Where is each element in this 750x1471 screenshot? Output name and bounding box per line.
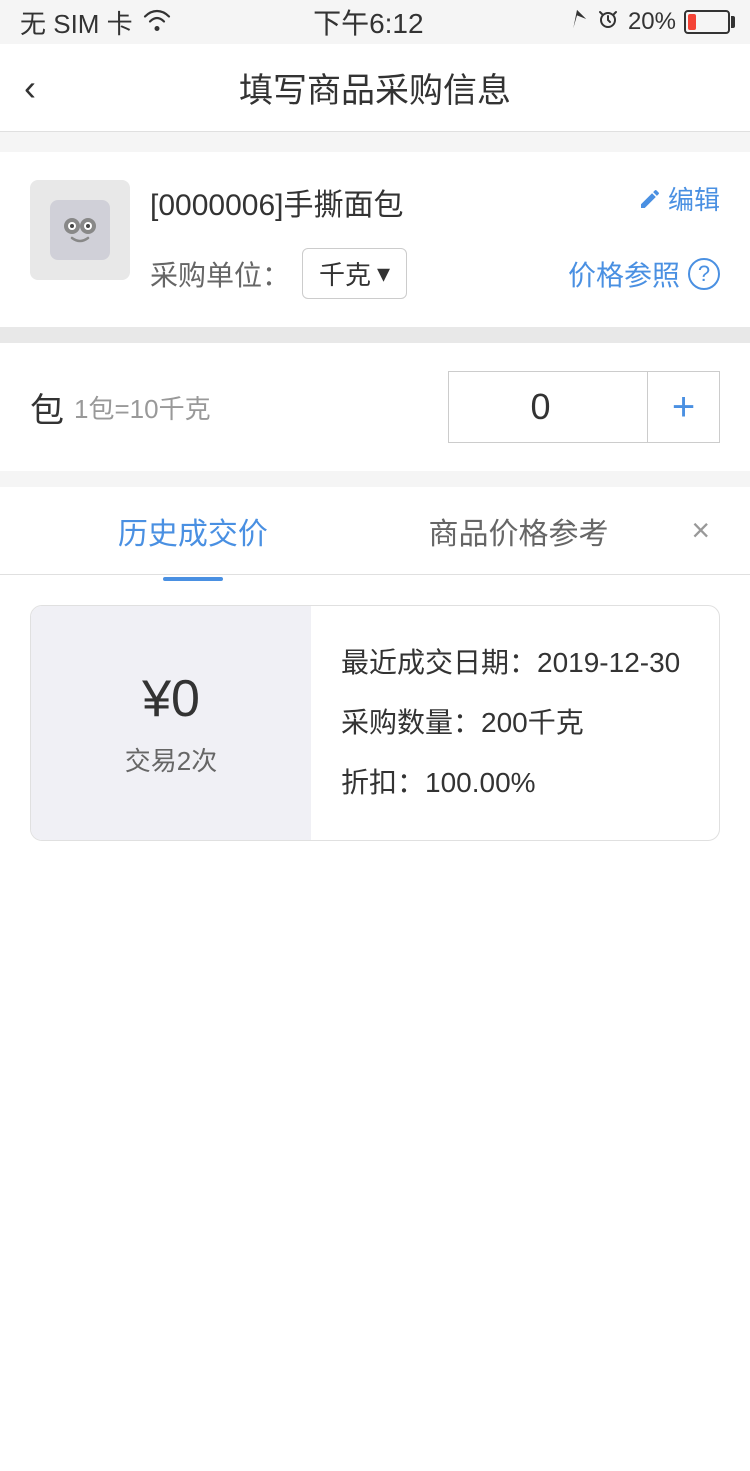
tab-content: ¥0 交易2次 最近成交日期：2019-12-30 采购数量：200千克 折扣：… bbox=[0, 575, 750, 871]
price-amount: ¥0 bbox=[142, 669, 200, 729]
quantity-row: 包 1包=10千克 + bbox=[0, 343, 750, 471]
discount-row: 折扣：100.00% bbox=[341, 762, 689, 804]
tab-history-price[interactable]: 历史成交价 bbox=[30, 481, 356, 581]
tabs-header: 历史成交价 商品价格参考 × bbox=[0, 487, 750, 575]
bottom-area bbox=[0, 871, 750, 1471]
purchase-qty-label: 采购数量： bbox=[341, 707, 481, 738]
product-info: [0000006]手撕面包 编辑 采购单位： 千克 ▾ 价格参照 ? bbox=[150, 180, 720, 299]
purchase-unit: 采购单位： 千克 ▾ bbox=[150, 248, 407, 299]
status-left: 无 SIM 卡 bbox=[20, 4, 171, 41]
quantity-label: 包 1包=10千克 bbox=[30, 383, 211, 432]
price-ref-label: 价格参照 bbox=[568, 254, 680, 294]
recent-date-row: 最近成交日期：2019-12-30 bbox=[341, 642, 689, 684]
page-title: 填写商品采购信息 bbox=[239, 63, 511, 112]
quantity-unit: 包 bbox=[30, 383, 64, 432]
location-icon bbox=[566, 8, 588, 37]
recent-date-value: 2019-12-30 bbox=[537, 647, 680, 678]
price-card: ¥0 交易2次 最近成交日期：2019-12-30 采购数量：200千克 折扣：… bbox=[30, 605, 720, 841]
edit-button[interactable]: 编辑 bbox=[638, 180, 720, 217]
battery-percent: 20% bbox=[628, 8, 676, 36]
unit-value: 千克 bbox=[319, 255, 371, 292]
recent-date-label: 最近成交日期： bbox=[341, 647, 537, 678]
help-icon: ? bbox=[688, 258, 720, 290]
purchase-unit-label: 采购单位： bbox=[150, 254, 290, 294]
price-currency: ¥ bbox=[142, 670, 171, 728]
battery-icon bbox=[684, 10, 730, 34]
price-details: 最近成交日期：2019-12-30 采购数量：200千克 折扣：100.00% bbox=[311, 606, 719, 840]
status-time: 下午6:12 bbox=[313, 2, 424, 42]
alarm-icon bbox=[596, 7, 620, 38]
nav-bar: ‹ 填写商品采购信息 bbox=[0, 44, 750, 132]
price-summary: ¥0 交易2次 bbox=[31, 606, 311, 840]
tabs-section: 历史成交价 商品价格参考 × ¥0 交易2次 最近成交日期：2019-12-30… bbox=[0, 487, 750, 871]
status-right: 20% bbox=[566, 7, 730, 38]
tab-close-button[interactable]: × bbox=[681, 502, 720, 559]
edit-label: 编辑 bbox=[668, 180, 720, 217]
discount-value: 100.00% bbox=[425, 767, 536, 798]
quantity-conversion: 1包=10千克 bbox=[74, 389, 211, 426]
carrier-label: 无 SIM 卡 bbox=[20, 4, 133, 41]
product-card: [0000006]手撕面包 编辑 采购单位： 千克 ▾ 价格参照 ? bbox=[0, 152, 750, 327]
dropdown-icon: ▾ bbox=[377, 258, 390, 289]
transaction-count: 交易2次 bbox=[125, 741, 217, 778]
product-name: [0000006]手撕面包 bbox=[150, 180, 403, 224]
quantity-control: + bbox=[448, 371, 720, 443]
product-image bbox=[30, 180, 130, 280]
product-meta: 采购单位： 千克 ▾ 价格参照 ? bbox=[150, 248, 720, 299]
status-bar: 无 SIM 卡 下午6:12 20% bbox=[0, 0, 750, 44]
tab-product-price-ref[interactable]: 商品价格参考 bbox=[356, 481, 682, 581]
unit-select[interactable]: 千克 ▾ bbox=[302, 248, 407, 299]
back-button[interactable]: ‹ bbox=[24, 67, 36, 109]
purchase-qty-value: 200千克 bbox=[481, 707, 584, 738]
quantity-plus-button[interactable]: + bbox=[648, 371, 720, 443]
purchase-qty-row: 采购数量：200千克 bbox=[341, 702, 689, 744]
wifi-icon bbox=[143, 7, 171, 38]
discount-label: 折扣： bbox=[341, 767, 425, 798]
product-header: [0000006]手撕面包 编辑 bbox=[150, 180, 720, 224]
price-ref-button[interactable]: 价格参照 ? bbox=[568, 254, 720, 294]
price-value: 0 bbox=[171, 670, 200, 728]
quantity-input[interactable] bbox=[448, 371, 648, 443]
divider bbox=[0, 327, 750, 343]
